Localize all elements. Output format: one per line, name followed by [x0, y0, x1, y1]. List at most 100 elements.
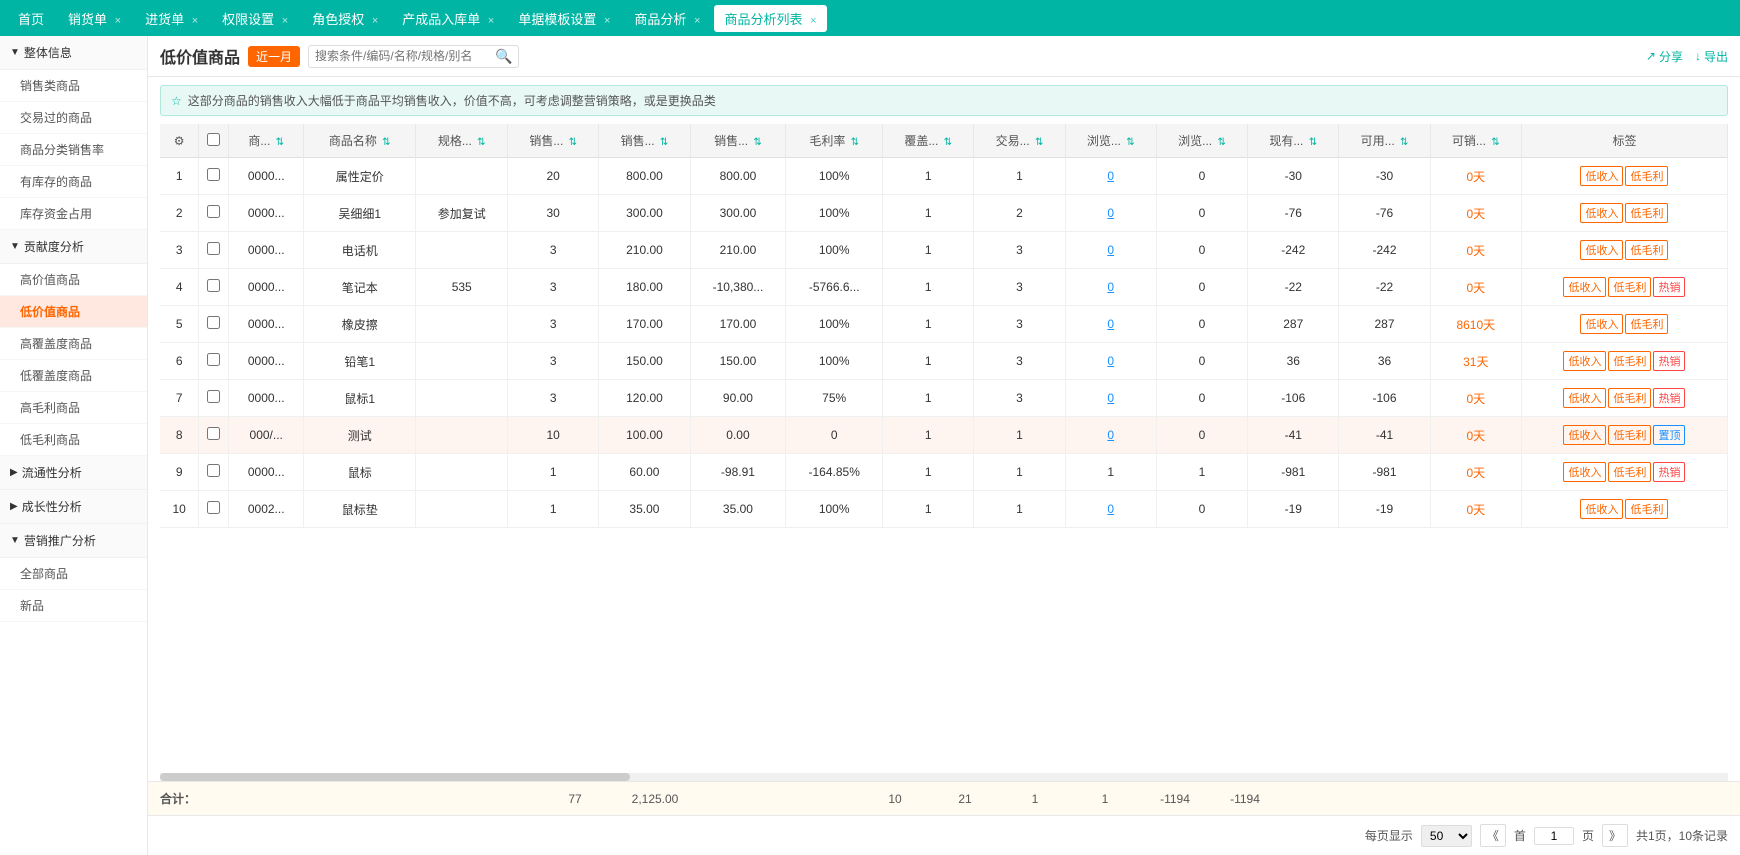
row-name[interactable]: 橡皮擦: [304, 306, 416, 343]
col-cover[interactable]: 覆盖... ⇅: [883, 124, 974, 158]
col-margin[interactable]: 毛利率 ⇅: [786, 124, 883, 158]
header-actions: ↗ 分享 ↓ 导出: [1646, 48, 1728, 65]
horizontal-scrollbar[interactable]: [160, 773, 1728, 781]
row-checkbox[interactable]: [207, 501, 220, 514]
col-spec[interactable]: 规格... ⇅: [416, 124, 508, 158]
sidebar-group-flow[interactable]: ▶流通性分析: [0, 456, 147, 490]
row-name[interactable]: 鼠标垫: [304, 491, 416, 528]
nav-permissions[interactable]: 权限设置 ×: [212, 5, 298, 32]
nav-purchase[interactable]: 进货单 ×: [135, 5, 208, 32]
row-salable: 0天: [1430, 491, 1521, 528]
col-view2[interactable]: 浏览... ⇅: [1156, 124, 1247, 158]
search-icon[interactable]: 🔍: [495, 48, 512, 65]
view1-link[interactable]: 0: [1107, 206, 1114, 220]
col-salable[interactable]: 可销... ⇅: [1430, 124, 1521, 158]
row-view2: 0: [1156, 195, 1247, 232]
row-checkbox[interactable]: [207, 242, 220, 255]
last-page-btn[interactable]: 》: [1602, 824, 1628, 847]
row-code: 0000...: [229, 158, 304, 195]
row-name[interactable]: 笔记本: [304, 269, 416, 306]
col-name[interactable]: 商品名称 ⇅: [304, 124, 416, 158]
view1-link[interactable]: 0: [1107, 428, 1114, 442]
sidebar-item-sales-goods[interactable]: 销售类商品: [0, 70, 147, 102]
share-button[interactable]: ↗ 分享: [1646, 48, 1683, 65]
period-button[interactable]: 近一月: [248, 46, 300, 67]
sidebar-item-high-coverage[interactable]: 高覆盖度商品: [0, 328, 147, 360]
col-view1[interactable]: 浏览... ⇅: [1065, 124, 1156, 158]
scrollbar-thumb[interactable]: [160, 773, 630, 781]
tag-低毛利: 低毛利: [1608, 388, 1651, 408]
col-code[interactable]: 商... ⇅: [229, 124, 304, 158]
col-sale3[interactable]: 销售... ⇅: [690, 124, 786, 158]
tag-低毛利: 低毛利: [1625, 203, 1668, 223]
view1-link[interactable]: 0: [1107, 354, 1114, 368]
search-input[interactable]: [315, 49, 495, 63]
sidebar-item-traded-goods[interactable]: 交易过的商品: [0, 102, 147, 134]
page-input[interactable]: [1534, 827, 1574, 845]
view1-link[interactable]: 0: [1107, 243, 1114, 257]
row-name[interactable]: 属性定价: [304, 158, 416, 195]
sidebar-item-low-coverage[interactable]: 低覆盖度商品: [0, 360, 147, 392]
top-nav: 首页 销货单 × 进货单 × 权限设置 × 角色授权 × 产成品入库单 × 单据…: [0, 0, 1740, 36]
row-checkbox-cell: [199, 491, 229, 528]
sidebar-group-growth[interactable]: ▶成长性分析: [0, 490, 147, 524]
row-available: -106: [1339, 380, 1430, 417]
sidebar-item-category-rate[interactable]: 商品分类销售率: [0, 134, 147, 166]
row-checkbox-cell: [199, 306, 229, 343]
view1-link[interactable]: 0: [1107, 280, 1114, 294]
col-settings[interactable]: ⚙: [160, 124, 199, 158]
tag-低收入: 低收入: [1580, 240, 1623, 260]
row-name[interactable]: 吴细细1: [304, 195, 416, 232]
view1-link[interactable]: 0: [1107, 502, 1114, 516]
sidebar-group-marketing[interactable]: ▼营销推广分析: [0, 524, 147, 558]
nav-sales[interactable]: 销货单 ×: [58, 5, 131, 32]
nav-products[interactable]: 产成品入库单 ×: [392, 5, 504, 32]
sidebar-item-stock-fund[interactable]: 库存资金占用: [0, 198, 147, 230]
nav-analysis-list[interactable]: 商品分析列表 ×: [714, 5, 826, 32]
sidebar-item-stock-goods[interactable]: 有库存的商品: [0, 166, 147, 198]
row-sale3: 35.00: [690, 491, 786, 528]
row-name[interactable]: 铅笔1: [304, 343, 416, 380]
sidebar-item-low-margin[interactable]: 低毛利商品: [0, 424, 147, 456]
per-page-select[interactable]: 50 100: [1421, 825, 1472, 847]
export-button[interactable]: ↓ 导出: [1695, 48, 1728, 65]
nav-analysis[interactable]: 商品分析 ×: [624, 5, 710, 32]
row-checkbox[interactable]: [207, 205, 220, 218]
view1-link[interactable]: 0: [1107, 169, 1114, 183]
view1-link[interactable]: 0: [1107, 317, 1114, 331]
row-name[interactable]: 电话机: [304, 232, 416, 269]
row-checkbox[interactable]: [207, 390, 220, 403]
sidebar-item-low-value[interactable]: 低价值商品: [0, 296, 147, 328]
row-checkbox[interactable]: [207, 279, 220, 292]
nav-home[interactable]: 首页: [8, 5, 54, 32]
view1-link[interactable]: 0: [1107, 391, 1114, 405]
col-current[interactable]: 现有... ⇅: [1248, 124, 1339, 158]
row-checkbox[interactable]: [207, 464, 220, 477]
select-all-checkbox[interactable]: [207, 133, 220, 146]
sidebar-item-high-margin[interactable]: 高毛利商品: [0, 392, 147, 424]
row-checkbox[interactable]: [207, 316, 220, 329]
col-trade[interactable]: 交易... ⇅: [974, 124, 1065, 158]
col-available[interactable]: 可用... ⇅: [1339, 124, 1430, 158]
row-checkbox[interactable]: [207, 168, 220, 181]
pagination: 每页显示 50 100 《 首 页 》 共1页，10条记录: [148, 815, 1740, 855]
row-current: 287: [1248, 306, 1339, 343]
row-sale3: -98.91: [690, 454, 786, 491]
sidebar-group-overall[interactable]: ▼整体信息: [0, 36, 147, 70]
row-name[interactable]: 鼠标: [304, 454, 416, 491]
nav-roles[interactable]: 角色授权 ×: [302, 5, 388, 32]
col-sale2[interactable]: 销售... ⇅: [599, 124, 690, 158]
first-page-btn[interactable]: 《: [1480, 824, 1506, 847]
nav-templates[interactable]: 单据模板设置 ×: [508, 5, 620, 32]
col-sale1[interactable]: 销售... ⇅: [508, 124, 599, 158]
sidebar-group-contribution[interactable]: ▼贡献度分析: [0, 230, 147, 264]
row-current: -981: [1248, 454, 1339, 491]
sidebar-item-all-goods[interactable]: 全部商品: [0, 558, 147, 590]
row-checkbox[interactable]: [207, 353, 220, 366]
row-name[interactable]: 鼠标1: [304, 380, 416, 417]
sidebar-item-high-value[interactable]: 高价值商品: [0, 264, 147, 296]
row-checkbox[interactable]: [207, 427, 220, 440]
row-checkbox-cell: [199, 417, 229, 454]
row-name[interactable]: 测试: [304, 417, 416, 454]
sidebar-item-new-goods[interactable]: 新品: [0, 590, 147, 622]
